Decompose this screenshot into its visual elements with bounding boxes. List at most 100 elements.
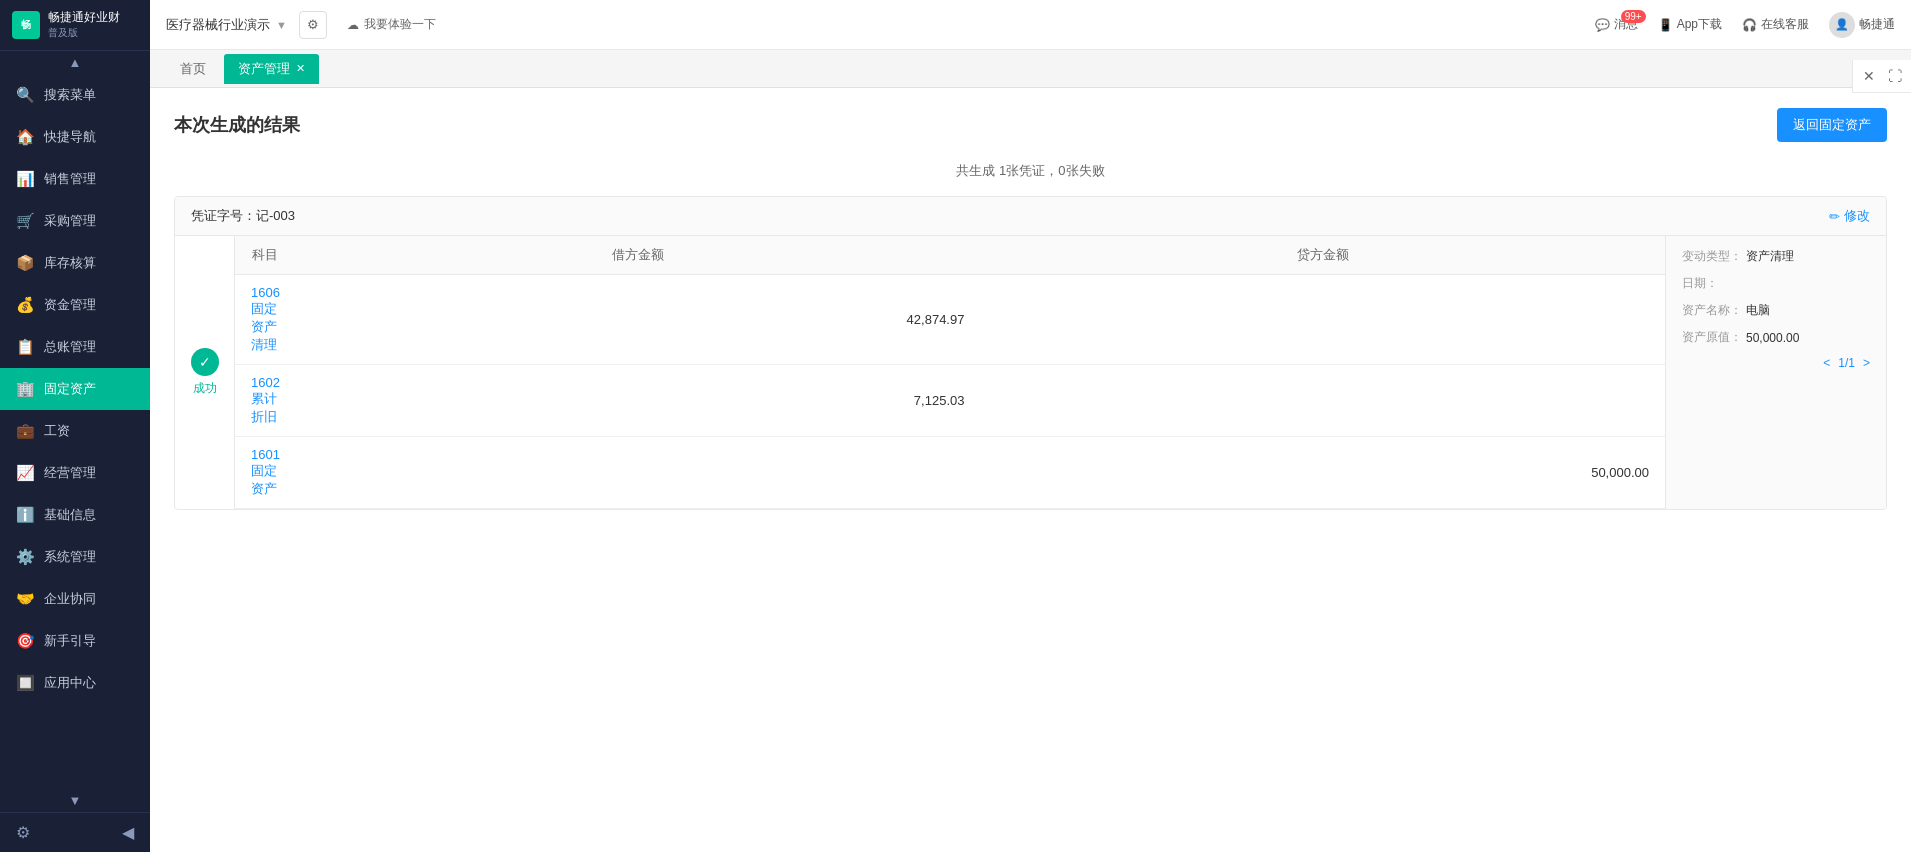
voucher-body: ✓ 成功 科目 借方金额 贷方金额 <box>175 236 1886 509</box>
sidebar-label-9: 经营管理 <box>44 464 96 482</box>
settings-button[interactable]: ⚙ <box>299 11 327 39</box>
sidebar-item-采购管理[interactable]: 🛒 采购管理 <box>0 200 150 242</box>
status-text: 成功 <box>193 380 217 397</box>
sidebar-item-企业协同[interactable]: 🤝 企业协同 <box>0 578 150 620</box>
main: 医疗器械行业演示 ▼ ⚙ ☁ 我要体验一下 💬 消息 99+ 📱 App下载 <box>150 0 1911 852</box>
summary-line: 共生成 1张凭证，0张失败 <box>174 162 1887 180</box>
feedback-button[interactable]: ☁ 我要体验一下 <box>347 16 436 33</box>
content-area: 本次生成的结果 返回固定资产 共生成 1张凭证，0张失败 凭证字号：记-003 … <box>150 88 1911 852</box>
sidebar-header: 畅 畅捷通好业财 普及版 <box>0 0 150 51</box>
table-row: 1606 固定资产清理 42,874.97 <box>235 275 1665 365</box>
sidebar-nav: 🔍搜索菜单🏠快捷导航 📊 销售管理 🛒 采购管理 📦 库存核算 💰资金管理📋总账管理🏢固定资产… <box>0 74 150 789</box>
tab-home[interactable]: 首页 <box>166 54 220 84</box>
tab-close-icon[interactable]: ✕ <box>296 62 305 75</box>
collapse-icon[interactable]: ◀ <box>122 823 134 842</box>
page-header: 本次生成的结果 返回固定资产 <box>174 108 1887 142</box>
main-wrapper: 医疗器械行业演示 ▼ ⚙ ☁ 我要体验一下 💬 消息 99+ 📱 App下载 <box>150 0 1911 852</box>
sidebar-item-固定资产[interactable]: 🏢固定资产 <box>0 368 150 410</box>
edit-icon: ✏ <box>1829 209 1840 224</box>
edit-label: 修改 <box>1844 207 1870 225</box>
debit-cell-0: 42,874.97 <box>296 275 981 365</box>
app-download-button[interactable]: 📱 App下载 <box>1658 16 1722 33</box>
close-window-button[interactable]: ✕ <box>1857 64 1881 88</box>
sidebar-label-6: 总账管理 <box>44 338 96 356</box>
sidebar-icon-4: 📦 <box>16 254 34 272</box>
sidebar-scroll-down[interactable]: ▼ <box>0 789 150 812</box>
sidebar-scroll-up[interactable]: ▲ <box>0 51 150 74</box>
original-value-label: 资产原值： <box>1682 329 1742 346</box>
table-row: 1602 累计折旧 7,125.03 <box>235 365 1665 437</box>
sidebar-label-8: 工资 <box>44 422 70 440</box>
date-item: 日期： <box>1682 275 1870 292</box>
voucher-status-cell: ✓ 成功 <box>175 236 235 509</box>
messages-badge: 99+ <box>1621 10 1646 23</box>
sidebar: 畅 畅捷通好业财 普及版 ▲ 🔍搜索菜单🏠快捷导航 📊 销售管理 🛒 采购管理 📦 库存核算… <box>0 0 150 852</box>
date-label: 日期： <box>1682 275 1718 292</box>
voucher-edit-button[interactable]: ✏ 修改 <box>1829 207 1870 225</box>
tabs-bar: 首页 资产管理 ✕ <box>150 50 1911 88</box>
sidebar-label-2: 销售管理 <box>44 170 96 188</box>
sidebar-item-新手引导[interactable]: 🎯新手引导 <box>0 620 150 662</box>
sidebar-icon-12: 🤝 <box>16 590 34 608</box>
sidebar-label-12: 企业协同 <box>44 590 96 608</box>
company-name: 医疗器械行业演示 <box>166 16 270 34</box>
back-to-fixed-assets-button[interactable]: 返回固定资产 <box>1777 108 1887 142</box>
sidebar-icon-11: ⚙️ <box>16 548 34 566</box>
sidebar-item-资金管理[interactable]: 💰资金管理 <box>0 284 150 326</box>
app-download-label: App下载 <box>1677 16 1722 33</box>
feedback-label: 我要体验一下 <box>364 16 436 33</box>
pagination-next[interactable]: > <box>1863 356 1870 370</box>
company-selector[interactable]: 医疗器械行业演示 ▼ <box>166 16 287 34</box>
pagination: < 1/1 > <box>1682 356 1870 370</box>
original-value-value: 50,000.00 <box>1746 331 1799 345</box>
username-label: 畅捷通 <box>1859 16 1895 33</box>
table-row: 1601 固定资产 50,000.00 <box>235 437 1665 509</box>
topbar-right: 💬 消息 99+ 📱 App下载 🎧 在线客服 👤 畅捷通 <box>1595 12 1895 38</box>
sidebar-item-经营管理[interactable]: 📈经营管理 <box>0 452 150 494</box>
debit-cell-2 <box>296 437 981 509</box>
sidebar-item-应用中心[interactable]: 🔲应用中心 <box>0 662 150 704</box>
sidebar-item-快捷导航[interactable]: 🏠快捷导航 <box>0 116 150 158</box>
sidebar-label-14: 应用中心 <box>44 674 96 692</box>
voucher-header: 凭证字号：记-003 ✏ 修改 <box>175 197 1886 236</box>
avatar: 👤 <box>1829 12 1855 38</box>
sidebar-icon-8: 💼 <box>16 422 34 440</box>
sidebar-label-3: 采购管理 <box>44 212 96 230</box>
tab-asset-management[interactable]: 资产管理 ✕ <box>224 54 319 84</box>
col-subject: 科目 <box>235 236 296 275</box>
debit-cell-1: 7,125.03 <box>296 365 981 437</box>
sidebar-item-基础信息[interactable]: ℹ️基础信息 <box>0 494 150 536</box>
app-title: 畅捷通好业财 <box>48 10 120 26</box>
online-support-button[interactable]: 🎧 在线客服 <box>1742 16 1809 33</box>
change-type-value: 资产清理 <box>1746 248 1794 265</box>
credit-cell-2: 50,000.00 <box>980 437 1665 509</box>
sidebar-label-4: 库存核算 <box>44 254 96 272</box>
voucher-number: 凭证字号：记-003 <box>191 207 295 225</box>
original-value-item: 资产原值： 50,000.00 <box>1682 329 1870 346</box>
sidebar-icon-7: 🏢 <box>16 380 34 398</box>
messages-button[interactable]: 💬 消息 99+ <box>1595 16 1638 33</box>
tab-home-label: 首页 <box>180 60 206 78</box>
sidebar-item-系统管理[interactable]: ⚙️系统管理 <box>0 536 150 578</box>
user-profile[interactable]: 👤 畅捷通 <box>1829 12 1895 38</box>
sidebar-icon-2: 📊 <box>16 170 34 188</box>
credit-cell-1 <box>980 365 1665 437</box>
subject-cell-0: 1606 固定资产清理 <box>235 275 296 365</box>
sidebar-item-库存核算[interactable]: 📦 库存核算 <box>0 242 150 284</box>
credit-cell-0 <box>980 275 1665 365</box>
sidebar-icon-3: 🛒 <box>16 212 34 230</box>
sidebar-icon-10: ℹ️ <box>16 506 34 524</box>
sidebar-item-总账管理[interactable]: 📋总账管理 <box>0 326 150 368</box>
sidebar-label-0: 搜索菜单 <box>44 86 96 104</box>
sidebar-item-销售管理[interactable]: 📊 销售管理 <box>0 158 150 200</box>
sidebar-item-工资[interactable]: 💼 工资 <box>0 410 150 452</box>
company-chevron-icon: ▼ <box>276 19 287 31</box>
message-icon: 💬 <box>1595 18 1610 32</box>
pagination-prev[interactable]: < <box>1823 356 1830 370</box>
voucher-table: 科目 借方金额 贷方金额 1606 固定资产清理 42,874.97 1602 … <box>235 236 1666 509</box>
tab-asset-label: 资产管理 <box>238 60 290 78</box>
sidebar-icon-1: 🏠 <box>16 128 34 146</box>
sidebar-item-搜索菜单[interactable]: 🔍搜索菜单 <box>0 74 150 116</box>
expand-window-button[interactable]: ⛶ <box>1883 64 1907 88</box>
settings-icon[interactable]: ⚙ <box>16 823 30 842</box>
